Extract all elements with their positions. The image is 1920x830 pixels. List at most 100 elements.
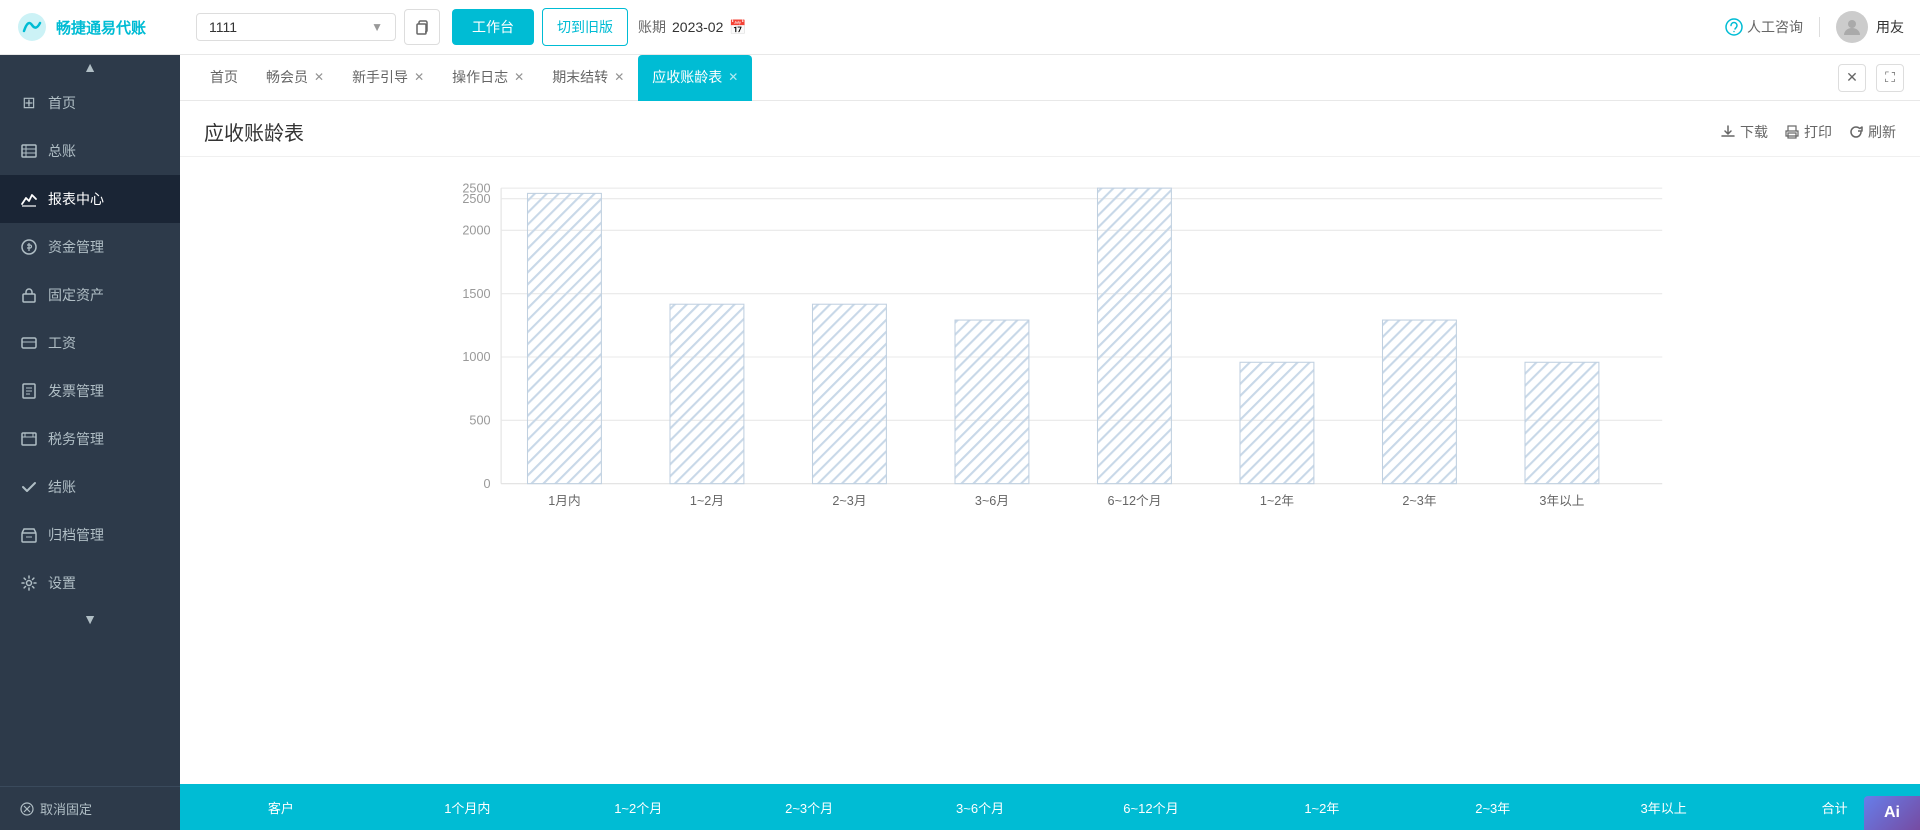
table-header-row: 客户 1个月内 1~2个月 2~3个月 3~6个月 6~12个月 1~2年 2~… [180,784,1920,830]
close-all-tabs-button[interactable]: ✕ [1838,64,1866,92]
tab-member[interactable]: 畅会员 ✕ [252,55,338,101]
logo-area: 畅捷通易代账 [16,11,196,43]
tabs-right: ✕ ⛶ [1838,64,1904,92]
tab-oplog[interactable]: 操作日志 ✕ [438,55,538,101]
sidebar-label-ledger: 总账 [48,141,76,161]
sidebar-item-invoice[interactable]: 发票管理 [0,367,180,415]
svg-text:1000: 1000 [462,350,490,364]
cancel-fixed-button[interactable]: 取消固定 [0,787,180,830]
download-icon [1720,124,1736,140]
refresh-icon [1848,124,1864,140]
th-3-6month: 3~6个月 [895,798,1066,817]
refresh-button[interactable]: 刷新 [1848,122,1896,142]
user-area[interactable]: 用友 [1836,11,1904,43]
tab-period-end-close[interactable]: ✕ [614,70,624,84]
workbench-button[interactable]: 工作台 [452,9,534,45]
sidebar-item-tax[interactable]: 税务管理 [0,415,180,463]
reports-icon [20,190,38,208]
sidebar-scroll-up[interactable]: ▲ [0,55,180,79]
report-title: 应收账龄表 [204,117,304,146]
svg-text:500: 500 [469,414,490,428]
chart-area: 0 500 1000 1500 2000 2500 2500 [180,157,1920,784]
expand-tabs-button[interactable]: ⛶ [1876,64,1904,92]
sidebar-label-settle: 结账 [48,477,76,497]
tab-oplog-close[interactable]: ✕ [514,70,524,84]
sidebar-item-settings[interactable]: 设置 [0,559,180,607]
help-button[interactable]: 人工咨询 [1725,17,1803,37]
th-3year-plus: 3年以上 [1578,798,1749,817]
assets-icon [20,286,38,304]
tab-period-end[interactable]: 期末结转 ✕ [538,55,638,101]
switch-version-button[interactable]: 切到旧版 [542,8,628,46]
th-2-3year: 2~3年 [1407,798,1578,817]
sidebar-item-reports[interactable]: 报表中心 [0,175,180,223]
help-label: 人工咨询 [1747,17,1803,37]
sidebar-item-home[interactable]: ⊞ 首页 [0,79,180,127]
print-label: 打印 [1804,122,1832,142]
th-6-12month: 6~12个月 [1066,798,1237,817]
print-button[interactable]: 打印 [1784,122,1832,142]
tab-period-end-label: 期末结转 [552,67,608,87]
report-actions: 下载 打印 [1720,122,1896,142]
headset-icon [1725,18,1743,36]
logo-icon [16,11,48,43]
tab-aging-close[interactable]: ✕ [728,70,738,84]
header-right: 人工咨询 用友 [1725,11,1904,43]
svg-text:2~3月: 2~3月 [832,494,866,508]
company-name: 1111 [209,19,363,35]
company-selector[interactable]: 1111 ▼ [196,13,396,41]
sidebar-bottom: 取消固定 [0,786,180,830]
divider [1819,17,1820,37]
th-1-2year: 1~2年 [1236,798,1407,817]
sidebar-item-salary[interactable]: 工资 [0,319,180,367]
tab-guide-close[interactable]: ✕ [414,70,424,84]
tab-member-close[interactable]: ✕ [314,70,324,84]
copy-button[interactable] [404,9,440,45]
archive-icon [20,526,38,544]
funds-icon [20,238,38,256]
calendar-icon[interactable]: 📅 [729,19,746,36]
content-area: 首页 畅会员 ✕ 新手引导 ✕ 操作日志 ✕ 期末结转 ✕ 应收账龄表 ✕ [180,55,1920,830]
sidebar-label-archive: 归档管理 [48,525,104,545]
cancel-fixed-label: 取消固定 [40,799,92,818]
sidebar-label-invoice: 发票管理 [48,381,104,401]
svg-text:1月内: 1月内 [548,494,580,508]
tab-aging[interactable]: 应收账龄表 ✕ [638,55,752,101]
tab-home-label: 首页 [210,67,238,87]
sidebar-label-tax: 税务管理 [48,429,104,449]
tabs-bar: 首页 畅会员 ✕ 新手引导 ✕ 操作日志 ✕ 期末结转 ✕ 应收账龄表 ✕ [180,55,1920,101]
ai-badge[interactable]: Ai [1864,796,1920,830]
download-label: 下载 [1740,122,1768,142]
svg-text:6~12个月: 6~12个月 [1108,494,1162,508]
download-button[interactable]: 下载 [1720,122,1768,142]
sidebar-item-ledger[interactable]: 总账 [0,127,180,175]
sidebar-item-settle[interactable]: 结账 [0,463,180,511]
ledger-icon [20,142,38,160]
report-container: 应收账龄表 下载 [180,101,1920,830]
th-1month: 1个月内 [382,798,553,817]
chevron-down-icon: ▼ [371,20,383,34]
sidebar-label-reports: 报表中心 [48,189,104,209]
tab-guide[interactable]: 新手引导 ✕ [338,55,438,101]
tab-aging-label: 应收账龄表 [652,67,722,87]
th-2-3month: 2~3个月 [724,798,895,817]
tab-home[interactable]: 首页 [196,55,252,101]
refresh-label: 刷新 [1868,122,1896,142]
th-1-2month: 1~2个月 [553,798,724,817]
period-area: 账期 2023-02 📅 [638,17,747,37]
svg-text:1~2月: 1~2月 [690,494,724,508]
svg-text:2000: 2000 [462,224,490,238]
sidebar-item-archive[interactable]: 归档管理 [0,511,180,559]
sidebar-item-assets[interactable]: 固定资产 [0,271,180,319]
svg-text:3年以上: 3年以上 [1539,494,1584,508]
tax-icon [20,430,38,448]
top-header: 畅捷通易代账 1111 ▼ 工作台 切到旧版 账期 2023-02 📅 人工咨询 [0,0,1920,55]
svg-text:1500: 1500 [462,287,490,301]
salary-icon [20,334,38,352]
sidebar-item-funds[interactable]: 资金管理 [0,223,180,271]
print-icon [1784,124,1800,140]
sidebar-scroll-down[interactable]: ▼ [0,607,180,631]
main-layout: ▲ ⊞ 首页 总账 报表中心 资金管理 固定资产 [0,55,1920,830]
sidebar-label-salary: 工资 [48,333,76,353]
period-label: 账期 [638,17,666,37]
